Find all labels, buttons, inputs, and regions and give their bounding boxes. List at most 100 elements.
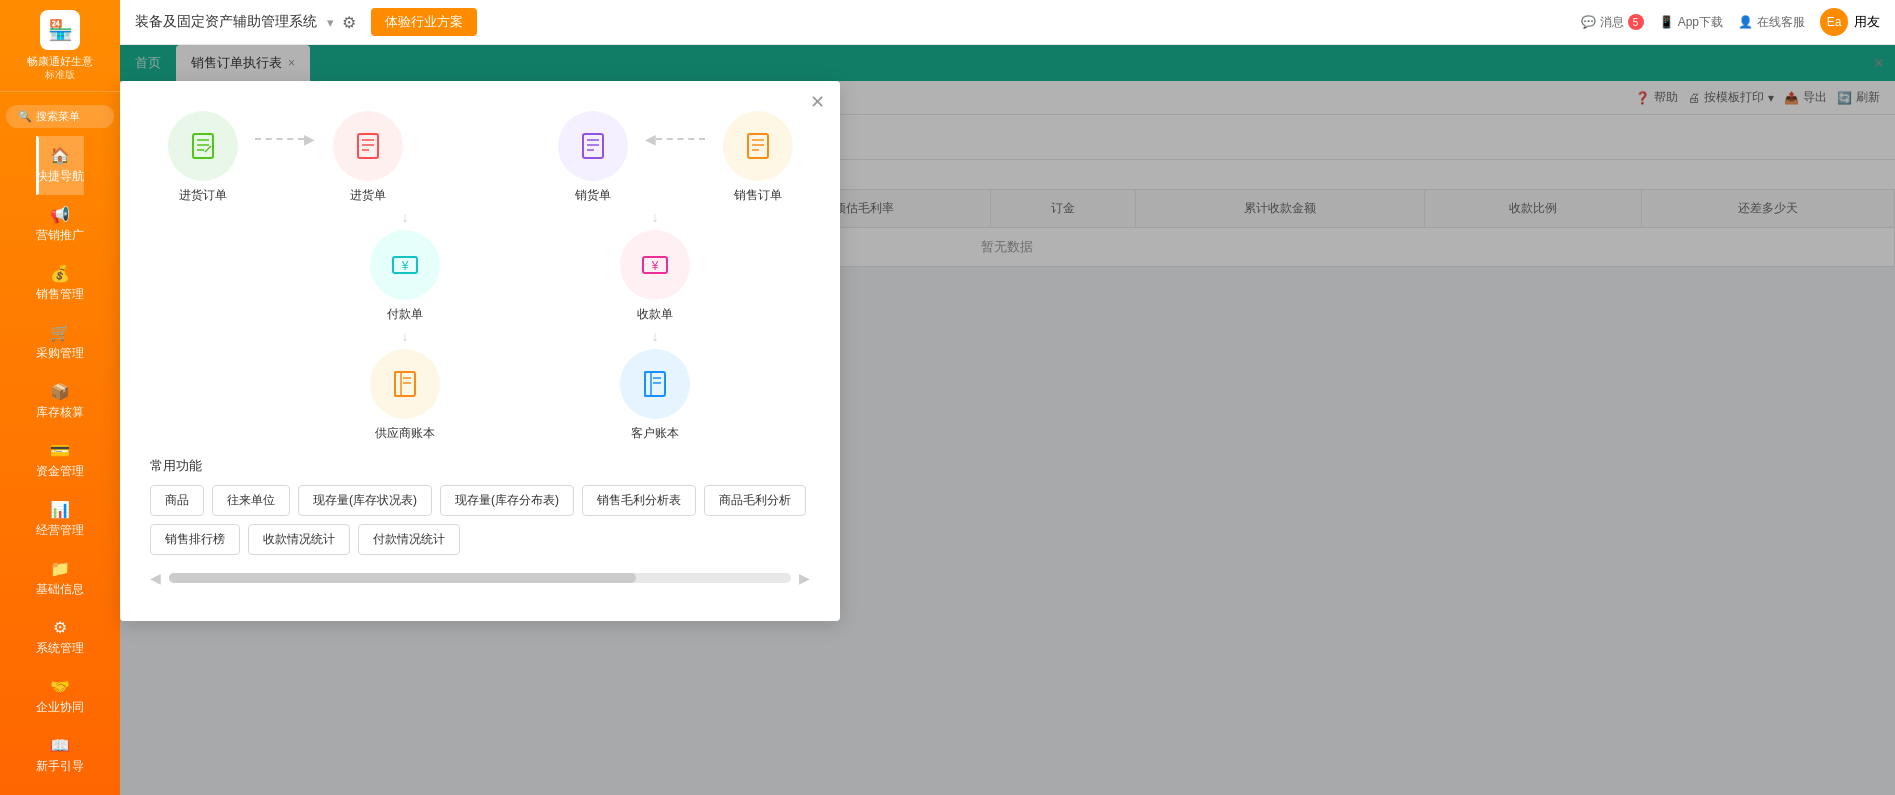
- sales-icon: [558, 111, 628, 181]
- flow-item-receipt[interactable]: ¥ 收款单: [590, 230, 720, 323]
- quick-nav-popup: ✕ 进货订单 ▶ 进货单: [120, 81, 840, 621]
- payment-label: 付款单: [387, 306, 423, 323]
- svg-rect-8: [583, 134, 603, 158]
- message-icon: 💬: [1581, 15, 1596, 29]
- func-btn-5[interactable]: 商品毛利分析: [704, 485, 806, 516]
- payment-icon: ¥: [370, 230, 440, 300]
- logo-icon: 🏪: [40, 10, 80, 50]
- user-area[interactable]: Ea 用友: [1820, 8, 1880, 36]
- dropdown-arrow[interactable]: ▾: [327, 15, 334, 30]
- nav-icon-5: 💳: [50, 441, 70, 460]
- func-buttons-row2: 销售排行榜收款情况统计付款情况统计: [150, 524, 810, 555]
- popup-overlay[interactable]: ✕ 进货订单 ▶ 进货单: [120, 45, 1895, 795]
- purchase-label: 进货单: [350, 187, 386, 204]
- nav-label-1: 营销推广: [36, 227, 84, 244]
- try-button[interactable]: 体验行业方案: [371, 8, 477, 36]
- nav-icon-2: 💰: [50, 264, 70, 283]
- func-btn-4[interactable]: 销售毛利分析表: [582, 485, 696, 516]
- sidebar-nav: 🏠快捷导航 📢 营销推广 💰 销售管理 🛒 采购管理 📦 库存核算 💳 资金管理 📊 经营管理 📁 基础信息…: [36, 136, 84, 785]
- nav-icon-9: 🤝: [50, 677, 70, 696]
- sidebar-item-6[interactable]: 📊 经营管理: [36, 490, 84, 549]
- purchase-order-icon: [168, 111, 238, 181]
- sales-order-icon: [723, 111, 793, 181]
- nav-icon-4: 📦: [50, 382, 70, 401]
- func-btn-0[interactable]: 商品: [150, 485, 204, 516]
- flow-item-purchase-order[interactable]: 进货订单: [150, 111, 255, 204]
- svg-text:¥: ¥: [401, 259, 409, 273]
- customer-ledger-label: 客户账本: [631, 425, 679, 442]
- nav-label-3: 采购管理: [36, 345, 84, 362]
- flow-item-purchase[interactable]: 进货单: [315, 111, 420, 204]
- svg-rect-20: [395, 372, 415, 396]
- nav-label-7: 基础信息: [36, 581, 84, 598]
- nav-icon-10: 📖: [50, 736, 70, 755]
- receipt-icon: ¥: [620, 230, 690, 300]
- sidebar-item-4[interactable]: 📦 库存核算: [36, 372, 84, 431]
- common-functions: 常用功能 商品往来单位现存量(库存状况表) 现存量(库存分布表) 销售毛利分析表商品…: [150, 457, 810, 555]
- svg-rect-4: [358, 134, 378, 158]
- func-btn-3[interactable]: 现存量(库存分布表): [440, 485, 574, 516]
- sidebar-item-1[interactable]: 📢 营销推广: [36, 195, 84, 254]
- func-btn-r2-2[interactable]: 付款情况统计: [358, 524, 460, 555]
- sidebar-item-2[interactable]: 💰 销售管理: [36, 254, 84, 313]
- user-avatar: Ea: [1820, 8, 1848, 36]
- nav-label-9: 企业协同: [36, 699, 84, 716]
- nav-icon-1: 📢: [50, 205, 70, 224]
- func-btn-1[interactable]: 往来单位: [212, 485, 290, 516]
- app-download-button[interactable]: 📱 App下载: [1659, 14, 1723, 31]
- nav-label-2: 销售管理: [36, 286, 84, 303]
- flow-item-sales[interactable]: 销货单: [540, 111, 645, 204]
- sidebar-item-3[interactable]: 🛒 采购管理: [36, 313, 84, 372]
- flow-item-payment[interactable]: ¥ 付款单: [340, 230, 470, 323]
- nav-icon-8: ⚙: [53, 618, 67, 637]
- svg-rect-24: [645, 372, 665, 396]
- popup-close-button[interactable]: ✕: [810, 91, 825, 113]
- nav-label-10: 新手引导: [36, 758, 84, 775]
- sales-label: 销货单: [575, 187, 611, 204]
- user-name: 用友: [1854, 13, 1880, 31]
- svg-text:¥: ¥: [651, 259, 659, 273]
- customer-ledger-icon: [620, 349, 690, 419]
- download-icon: 📱: [1659, 15, 1674, 29]
- nav-label-8: 系统管理: [36, 640, 84, 657]
- settings-icon[interactable]: ⚙: [342, 13, 356, 32]
- sidebar-item-9[interactable]: 🤝 企业协同: [36, 667, 84, 726]
- sidebar-search[interactable]: 🔍 搜索菜单: [6, 105, 114, 128]
- sidebar-item-10[interactable]: 📖 新手引导: [36, 726, 84, 785]
- sales-order-label: 销售订单: [734, 187, 782, 204]
- nav-label-5: 资金管理: [36, 463, 84, 480]
- purchase-icon: [333, 111, 403, 181]
- service-icon: 👤: [1738, 15, 1753, 29]
- nav-label-6: 经营管理: [36, 522, 84, 539]
- sidebar-item-0[interactable]: 🏠快捷导航: [36, 136, 84, 195]
- online-service-button[interactable]: 👤 在线客服: [1738, 14, 1805, 31]
- nav-label-4: 库存核算: [36, 404, 84, 421]
- common-funcs-title: 常用功能: [150, 457, 810, 475]
- flow-item-supplier-ledger[interactable]: 供应商账本: [340, 349, 470, 442]
- logo-text: 畅康通好生意 标准版: [27, 54, 93, 81]
- sidebar-item-8[interactable]: ⚙ 系统管理: [36, 608, 84, 667]
- nav-icon-3: 🛒: [50, 323, 70, 342]
- sidebar-item-5[interactable]: 💳 资金管理: [36, 431, 84, 490]
- flow-item-sales-order[interactable]: 销售订单: [705, 111, 810, 204]
- nav-icon-7: 📁: [50, 559, 70, 578]
- func-btn-r2-1[interactable]: 收款情况统计: [248, 524, 350, 555]
- flow-item-customer-ledger[interactable]: 客户账本: [590, 349, 720, 442]
- search-icon: 🔍: [18, 110, 32, 123]
- nav-label-0: 快捷导航: [36, 168, 84, 185]
- receipt-label: 收款单: [637, 306, 673, 323]
- system-title: 装备及固定资产辅助管理系统: [135, 13, 317, 31]
- header-actions: 💬 消息 5 📱 App下载 👤 在线客服 Ea 用友: [1581, 8, 1880, 36]
- func-btn-r2-0[interactable]: 销售排行榜: [150, 524, 240, 555]
- sidebar-logo: 🏪 畅康通好生意 标准版: [0, 0, 120, 92]
- supplier-ledger-label: 供应商账本: [375, 425, 435, 442]
- nav-icon-6: 📊: [50, 500, 70, 519]
- purchase-order-label: 进货订单: [179, 187, 227, 204]
- header: 装备及固定资产辅助管理系统 ▾ ⚙ 体验行业方案 💬 消息 5 📱 App下载 …: [120, 0, 1895, 45]
- sidebar: 🏪 畅康通好生意 标准版 🔍 搜索菜单 🏠快捷导航 📢 营销推广 💰 销售管理 🛒 采购管理…: [0, 0, 120, 795]
- sidebar-item-7[interactable]: 📁 基础信息: [36, 549, 84, 608]
- svg-rect-12: [748, 134, 768, 158]
- message-button[interactable]: 💬 消息 5: [1581, 14, 1644, 31]
- func-btn-2[interactable]: 现存量(库存状况表): [298, 485, 432, 516]
- header-title-area: 装备及固定资产辅助管理系统 ▾: [135, 13, 334, 31]
